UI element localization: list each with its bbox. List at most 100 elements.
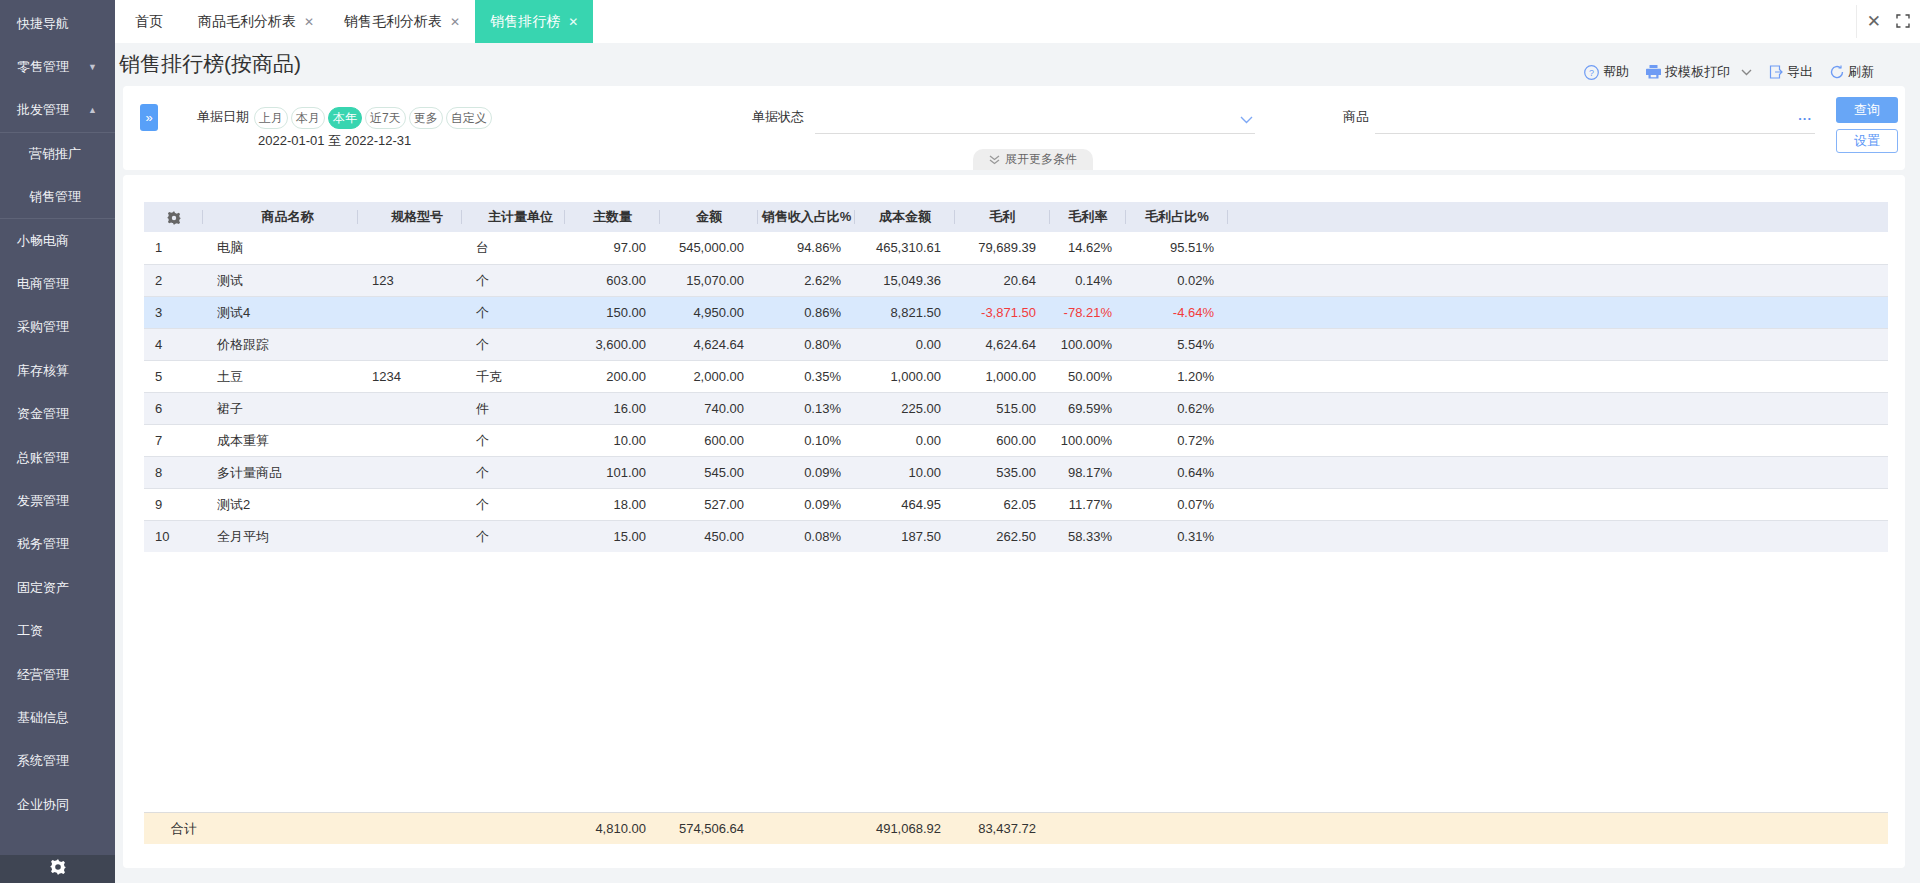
tab[interactable]: 销售毛利分析表✕ (329, 0, 475, 43)
sidebar-item[interactable]: 电商管理 (0, 262, 115, 305)
sidebar-item-label: 发票管理 (17, 492, 69, 510)
sidebar-item[interactable]: 经营管理 (0, 653, 115, 696)
sidebar-item[interactable]: 库存核算 (0, 349, 115, 392)
table-row[interactable]: 1电脑台97.00545,000.0094.86%465,310.6179,68… (144, 232, 1888, 264)
settings-button[interactable]: 设置 (1836, 129, 1898, 153)
sidebar-item[interactable]: 快捷导航 (0, 2, 115, 45)
table-row[interactable]: 2测试123个603.0015,070.002.62%15,049.3620.6… (144, 264, 1888, 296)
date-pill[interactable]: 更多 (409, 107, 443, 129)
tab-close-icon[interactable]: ✕ (450, 15, 460, 29)
sidebar-item[interactable]: 系统管理 (0, 740, 115, 783)
expand-more-conditions-button[interactable]: 展开更多条件 (973, 149, 1093, 170)
column-header[interactable]: 商品名称 (203, 202, 358, 232)
sidebar-item[interactable]: 批发管理 ▲ (0, 89, 115, 132)
status-filter-input[interactable] (815, 106, 1255, 134)
help-icon: ? (1584, 65, 1599, 80)
table-row[interactable]: 8多计量商品个101.00545.000.09%10.00535.0098.17… (144, 456, 1888, 488)
date-pill[interactable]: 上月 (254, 107, 288, 129)
sidebar-item[interactable]: 总账管理 (0, 436, 115, 479)
cell: 6 (144, 393, 203, 424)
table-row[interactable]: 7成本重算个10.00600.000.10%0.00600.00100.00%0… (144, 424, 1888, 456)
table-row[interactable]: 3测试4个150.004,950.000.86%8,821.50-3,871.5… (144, 296, 1888, 328)
column-header[interactable]: 毛利率 (1050, 202, 1126, 232)
close-icon[interactable]: ✕ (1867, 0, 1881, 43)
sidebar-item-label: 资金管理 (17, 405, 69, 423)
gear-icon[interactable] (50, 859, 66, 879)
column-header[interactable]: 金额 (660, 202, 758, 232)
cell: 15,070.00 (660, 265, 758, 296)
cell-filler (1228, 232, 1888, 264)
tab-close-icon[interactable]: ✕ (304, 15, 314, 29)
column-header[interactable]: 规格型号 (358, 202, 462, 232)
cell: 600.00 (660, 425, 758, 456)
sidebar-item[interactable]: 零售管理▼ (0, 45, 115, 88)
date-pill[interactable]: 本月 (291, 107, 325, 129)
sidebar-item[interactable]: 税务管理 (0, 523, 115, 566)
help-button[interactable]: ? 帮助 (1584, 63, 1629, 81)
cell: 187.50 (855, 521, 955, 552)
sidebar-item[interactable]: 采购管理 (0, 306, 115, 349)
data-grid: 商品名称规格型号主计量单位主数量金额销售收入占比%成本金额毛利毛利率毛利占比% … (144, 202, 1888, 552)
chevron-up-icon: ▲ (88, 105, 97, 115)
sidebar-item[interactable]: 基础信息 (0, 696, 115, 739)
sidebar-item[interactable]: 资金管理 (0, 393, 115, 436)
cell: 150.00 (565, 297, 660, 328)
cell: 5.54% (1126, 329, 1228, 360)
cell: 个 (462, 489, 565, 520)
sidebar-item-label: 经营管理 (17, 666, 69, 684)
query-button[interactable]: 查询 (1836, 97, 1898, 123)
sidebar-item-label: 营销推广 (29, 145, 81, 163)
grid-settings-cell[interactable] (144, 202, 203, 232)
sidebar-item-label: 总账管理 (17, 449, 69, 467)
table-row[interactable]: 4价格跟踪个3,600.004,624.640.80%0.004,624.641… (144, 328, 1888, 360)
sidebar-item-label: 批发管理 (17, 101, 69, 119)
sidebar-item[interactable]: 小畅电商 (0, 219, 115, 262)
date-range-value[interactable]: 2022-01-01 至 2022-12-31 (258, 132, 411, 150)
table-row[interactable]: 6裙子件16.00740.000.13%225.00515.0069.59%0.… (144, 392, 1888, 424)
date-pill[interactable]: 近7天 (365, 107, 406, 129)
cell: 1,000.00 (855, 361, 955, 392)
tab-close-icon[interactable]: ✕ (568, 15, 578, 29)
tab[interactable]: 商品毛利分析表✕ (183, 0, 329, 43)
fullscreen-icon[interactable] (1896, 14, 1910, 32)
table-row[interactable]: 9测试2个18.00527.000.09%464.9562.0511.77%0.… (144, 488, 1888, 520)
cell: 测试4 (203, 297, 358, 328)
refresh-button[interactable]: 刷新 (1830, 63, 1874, 81)
cell-filler (1228, 489, 1888, 520)
summary-cell: 83,437.72 (955, 813, 1050, 844)
sidebar-item[interactable]: 销售管理 (0, 176, 115, 219)
table-row[interactable]: 5土豆1234千克200.002,000.000.35%1,000.001,00… (144, 360, 1888, 392)
sidebar-item[interactable]: 营销推广 (0, 132, 115, 175)
product-filter-input[interactable]: ... (1375, 106, 1815, 134)
column-header[interactable]: 主计量单位 (462, 202, 565, 232)
cell (358, 232, 462, 264)
column-header[interactable]: 毛利占比% (1126, 202, 1228, 232)
cell: 18.00 (565, 489, 660, 520)
cell: -3,871.50 (955, 297, 1050, 328)
sidebar-item[interactable]: 发票管理 (0, 479, 115, 522)
column-header[interactable]: 毛利 (955, 202, 1050, 232)
sidebar-item[interactable]: 企业协同 (0, 783, 115, 826)
summary-cell: 491,068.92 (855, 813, 955, 844)
cell: 0.08% (758, 521, 855, 552)
print-button[interactable]: 按模板打印 (1646, 63, 1752, 81)
table-row[interactable]: 10全月平均个15.00450.000.08%187.50262.5058.33… (144, 520, 1888, 552)
date-pill[interactable]: 本年 (328, 107, 362, 129)
cell (358, 329, 462, 360)
sidebar-item[interactable]: 工资 (0, 609, 115, 652)
more-options-icon[interactable]: ... (1798, 108, 1812, 123)
sidebar-item[interactable]: 固定资产 (0, 566, 115, 609)
column-header[interactable]: 主数量 (565, 202, 660, 232)
collapse-filter-button[interactable]: » (140, 104, 158, 131)
cell: 个 (462, 297, 565, 328)
cell: 527.00 (660, 489, 758, 520)
cell: 8 (144, 457, 203, 488)
column-header[interactable]: 销售收入占比% (758, 202, 855, 232)
cell: 裙子 (203, 393, 358, 424)
tab[interactable]: 首页 (115, 0, 183, 43)
date-pill[interactable]: 自定义 (446, 107, 492, 129)
export-button[interactable]: 导出 (1769, 63, 1813, 81)
column-header[interactable]: 成本金额 (855, 202, 955, 232)
cell: 0.31% (1126, 521, 1228, 552)
tab[interactable]: 销售排行榜✕ (475, 0, 593, 43)
